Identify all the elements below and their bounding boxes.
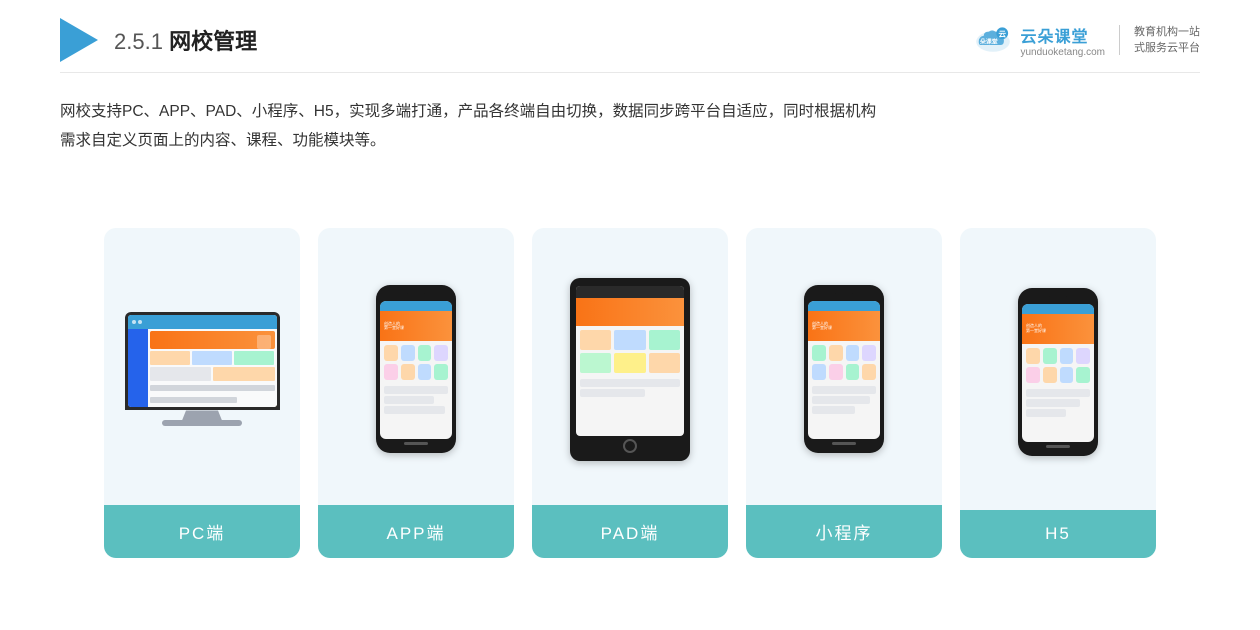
pc-base xyxy=(162,420,242,426)
phone-notch xyxy=(406,293,426,298)
h5-card: 创造人的第一堂好课 xyxy=(960,228,1156,558)
pad-card-label: PAD端 xyxy=(532,505,728,558)
miniprogram-card-label: 小程序 xyxy=(746,505,942,558)
app-card-label: APP端 xyxy=(318,505,514,558)
h5-screen: 创造人的第一堂好课 xyxy=(1022,304,1094,442)
page-wrapper: 2.5.1 网校管理 云 朵课堂 云朵课堂 yunduoketang.com xyxy=(0,0,1260,630)
brand-url: yunduoketang.com xyxy=(1020,47,1105,58)
tablet-screen xyxy=(576,286,684,436)
cloud-icon: 云 朵课堂 xyxy=(972,22,1014,58)
cards-section: PC端 创造人的第一堂好课 xyxy=(60,166,1200,630)
h5-phone-mockup: 创造人的第一堂好课 xyxy=(1018,288,1098,456)
pc-monitor xyxy=(125,312,280,410)
miniprogram-phone-mockup: 创造人的第一堂好课 xyxy=(804,285,884,453)
h5-preview: 创造人的第一堂好课 xyxy=(960,228,1156,510)
pc-screen xyxy=(128,315,277,407)
header: 2.5.1 网校管理 云 朵课堂 云朵课堂 yunduoketang.com xyxy=(60,0,1200,73)
app-phone-mockup: 创造人的第一堂好课 xyxy=(376,285,456,453)
pad-card: PAD端 xyxy=(532,228,728,558)
miniprogram-card: 创造人的第一堂好课 xyxy=(746,228,942,558)
app-card: 创造人的第一堂好课 xyxy=(318,228,514,558)
pc-stand xyxy=(182,410,222,420)
logo-triangle-icon xyxy=(60,18,98,62)
miniprogram-preview: 创造人的第一堂好课 xyxy=(746,228,942,505)
section-number: 2.5.1 xyxy=(114,29,163,54)
tablet-home-button xyxy=(623,439,637,453)
page-title: 2.5.1 网校管理 xyxy=(114,24,257,56)
brand-slogan: 教育机构一站 式服务云平台 xyxy=(1134,24,1200,57)
h5-card-label: H5 xyxy=(960,510,1156,558)
phone-screen: 创造人的第一堂好课 xyxy=(380,301,452,439)
header-right: 云 朵课堂 云朵课堂 yunduoketang.com 教育机构一站 式服务云平… xyxy=(972,22,1200,58)
pc-device-mockup xyxy=(125,312,280,426)
svg-text:云: 云 xyxy=(999,30,1007,39)
phone-home-indicator xyxy=(404,442,428,445)
header-left: 2.5.1 网校管理 xyxy=(60,18,257,62)
description-text: 网校支持PC、APP、PAD、小程序、H5，实现多端打通，产品各终端自由切换，数… xyxy=(60,73,1200,166)
h5-phone-notch xyxy=(1048,296,1068,301)
brand-text: 云朵课堂 yunduoketang.com xyxy=(1020,23,1105,58)
app-preview: 创造人的第一堂好课 xyxy=(318,228,514,505)
pad-tablet-mockup xyxy=(570,278,690,461)
svg-text:朵课堂: 朵课堂 xyxy=(980,37,998,45)
miniprogram-phone-notch xyxy=(834,293,854,298)
brand-logo: 云 朵课堂 云朵课堂 yunduoketang.com xyxy=(972,22,1105,58)
pc-preview xyxy=(104,228,300,505)
pad-preview xyxy=(532,228,728,505)
brand-divider xyxy=(1119,25,1120,55)
section-name: 网校管理 xyxy=(169,29,257,54)
pc-card: PC端 xyxy=(104,228,300,558)
miniprogram-screen: 创造人的第一堂好课 xyxy=(808,301,880,439)
pc-card-label: PC端 xyxy=(104,505,300,558)
brand-name: 云朵课堂 xyxy=(1020,23,1088,47)
miniprogram-home-indicator xyxy=(832,442,856,445)
h5-home-indicator xyxy=(1046,445,1070,448)
